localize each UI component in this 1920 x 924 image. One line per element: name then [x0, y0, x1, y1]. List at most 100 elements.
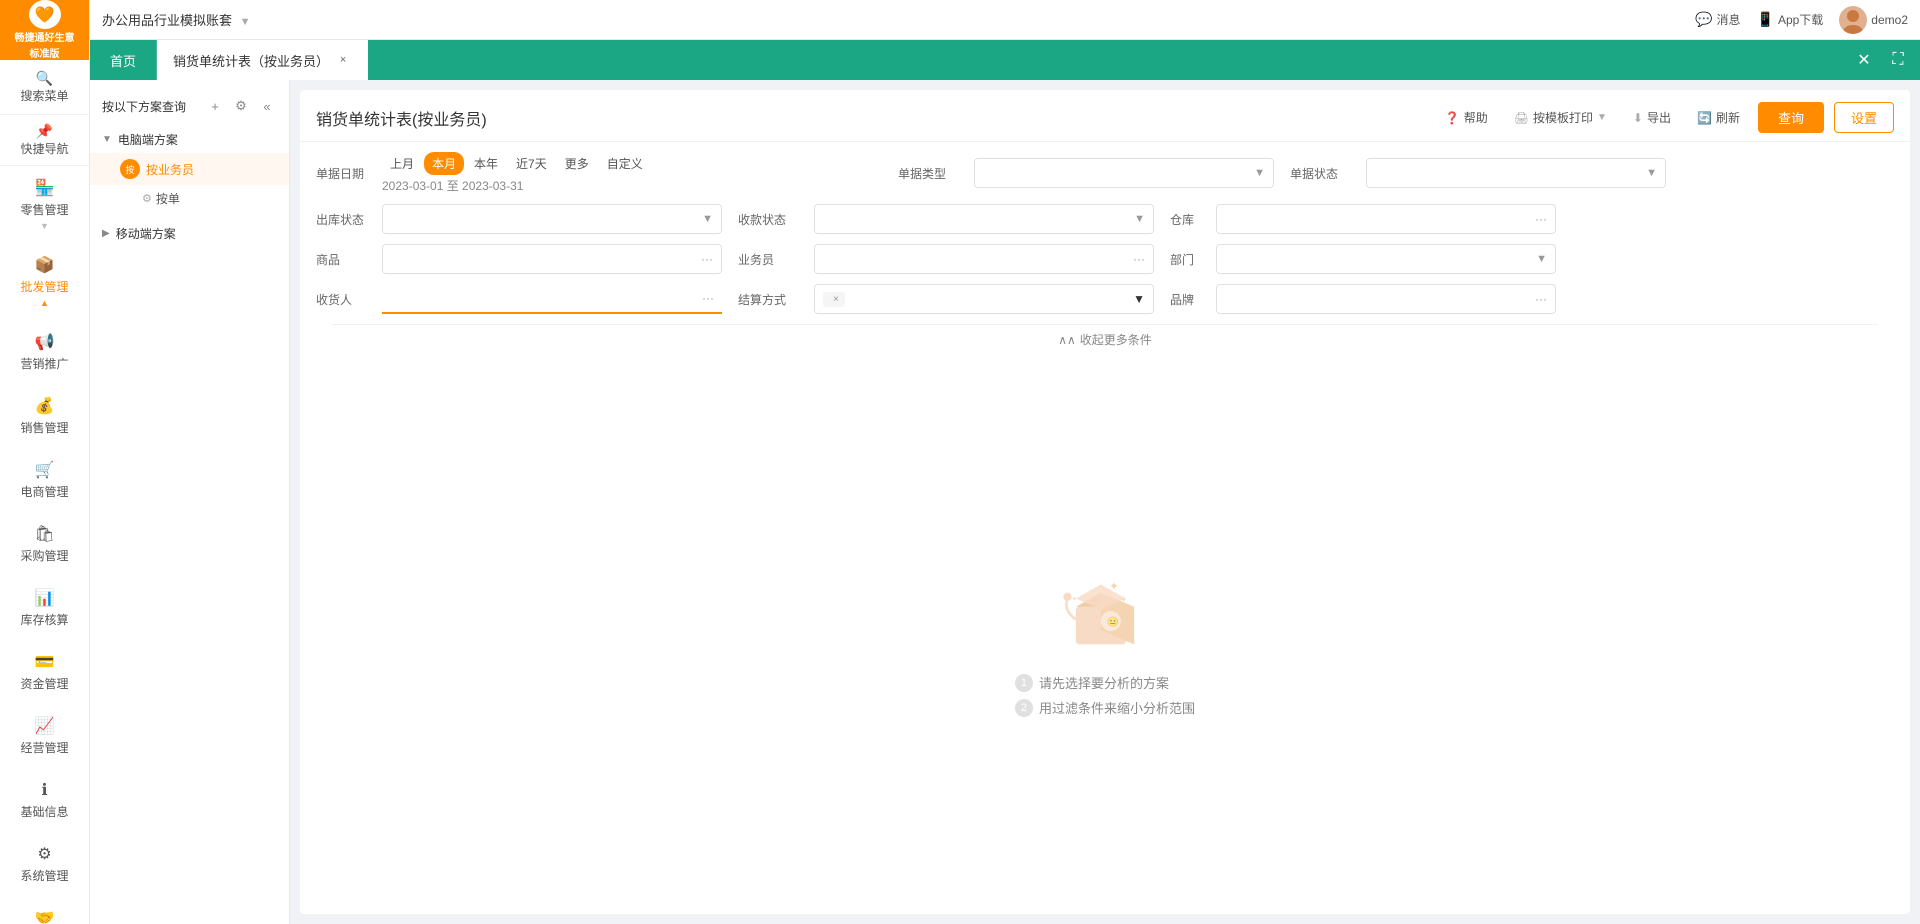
sidebar-item-quicknav[interactable]: 📌 快捷导航	[0, 115, 89, 166]
brand-label: 品牌	[1170, 291, 1200, 308]
tab-sales-stats[interactable]: 销货单统计表（按业务员） ×	[157, 40, 368, 80]
collapse-btn[interactable]: ∧∧ 收起更多条件	[332, 324, 1878, 354]
sidebar: 🧡 畅捷通好生意 标准版 🔍 搜索菜单 📌 快捷导航 🏪 零售管理 ▼ 📦 批发…	[0, 0, 90, 924]
sidebar-item-search[interactable]: 🔍 搜索菜单	[0, 60, 89, 115]
message-btn[interactable]: 💬 消息	[1695, 11, 1740, 28]
tab-close-window-btn[interactable]: ✕	[1850, 46, 1878, 74]
page-header: 销货单统计表(按业务员) ❓ 帮助 🖨 按模板打印 ▼ ⬇ 导出	[300, 90, 1910, 142]
mobile-section-header[interactable]: ▶ 移动端方案	[90, 220, 289, 247]
order-type-arrow-icon: ▼	[1254, 167, 1265, 179]
settlement-label: 结算方式	[738, 291, 798, 308]
order-status-select[interactable]: ▼	[1366, 158, 1666, 188]
tab-close-icon[interactable]: ×	[335, 52, 351, 68]
help-btn[interactable]: ❓ 帮助	[1437, 105, 1496, 130]
salesperson-input[interactable]: ···	[814, 244, 1154, 274]
mobile-section-expand-icon: ▶	[102, 228, 110, 239]
date-tab-more[interactable]: 更多	[557, 152, 597, 175]
out-status-select[interactable]: ▼	[382, 204, 722, 234]
empty-hints: 1 请先选择要分析的方案 2 用过滤条件来缩小分析范围	[1015, 673, 1195, 717]
order-status-arrow-icon: ▼	[1646, 167, 1657, 179]
right-panel: 销货单统计表(按业务员) ❓ 帮助 🖨 按模板打印 ▼ ⬇ 导出	[300, 90, 1910, 914]
sidebar-item-enterprise[interactable]: 🤝 企业协同	[0, 896, 89, 924]
receiver-input[interactable]: ···	[382, 284, 722, 314]
receiver-label: 收货人	[316, 291, 366, 308]
sidebar-item-sales[interactable]: 💰 销售管理	[0, 384, 89, 448]
sidebar-item-wholesale[interactable]: 📦 批发管理 ▲	[0, 243, 89, 320]
department-select[interactable]: ▼	[1216, 244, 1556, 274]
print-btn[interactable]: 🖨 按模板打印 ▼	[1506, 105, 1615, 130]
sidebar-item-ecommerce[interactable]: 🛒 电商管理	[0, 448, 89, 512]
empty-state: ✦ ✦ ✦ 😐 1	[300, 364, 1910, 914]
page-title: 销货单统计表(按业务员)	[316, 106, 1437, 130]
date-filter-control: 上月 本月 本年 近7天 更多 自定义 2023-03-01 至 2023-03…	[382, 152, 882, 194]
scheme-by-order[interactable]: ⚙ 按单	[90, 185, 289, 212]
salesperson-dots-icon: ···	[1133, 252, 1145, 266]
tabbar: 首页 销货单统计表（按业务员） × ✕ ⛶	[90, 40, 1920, 80]
filter-row-4: 收货人 ··· 结算方式 × ▼ 品牌	[316, 284, 1894, 314]
settlement-tag-close[interactable]: ×	[833, 294, 839, 305]
sidebar-item-system[interactable]: ⚙ 系统管理	[0, 832, 89, 896]
logo-icon: 🧡	[29, 0, 61, 29]
order-status-label: 单据状态	[1290, 165, 1350, 182]
date-tab-this-month[interactable]: 本月	[424, 152, 464, 175]
empty-hint-2: 2 用过滤条件来缩小分析范围	[1015, 698, 1195, 717]
collapse-panel-btn[interactable]: «	[257, 96, 277, 116]
tab-home[interactable]: 首页	[90, 40, 157, 80]
sidebar-item-retail[interactable]: 🏪 零售管理 ▼	[0, 166, 89, 243]
sidebar-item-inventory[interactable]: 📊 库存核算	[0, 576, 89, 640]
collect-status-arrow-icon: ▼	[1134, 213, 1145, 225]
settlement-tag: ×	[823, 292, 845, 307]
sidebar-item-marketing[interactable]: 📢 营销推广	[0, 320, 89, 384]
svg-text:✦: ✦	[1072, 595, 1078, 603]
hint-num-1: 1	[1015, 674, 1033, 692]
date-tab-last-month[interactable]: 上月	[382, 152, 422, 175]
date-tab-7days[interactable]: 近7天	[508, 152, 555, 175]
warehouse-label: 仓库	[1170, 211, 1200, 228]
date-tab-custom[interactable]: 自定义	[599, 152, 651, 175]
product-input[interactable]: ···	[382, 244, 722, 274]
order-type-label: 单据类型	[898, 165, 958, 182]
filter-row-3: 商品 ··· 业务员 ··· 部门 ▼	[316, 244, 1894, 274]
brand-input[interactable]: ···	[1216, 284, 1556, 314]
app-logo: 🧡 畅捷通好生意 标准版	[0, 0, 90, 60]
scheme-salesperson[interactable]: 按 按业务员	[90, 153, 289, 185]
settlement-input[interactable]: × ▼	[814, 284, 1154, 314]
brand-dots-icon: ···	[1535, 292, 1547, 306]
section-expand-icon: ▼	[102, 134, 112, 145]
company-title: 办公用品行业模拟账套 ▼	[102, 10, 1687, 29]
order-type-select[interactable]: ▼	[974, 158, 1274, 188]
collect-status-select[interactable]: ▼	[814, 204, 1154, 234]
left-panel: 按以下方案查询 + ⚙ « ▼ 电脑端方案 按 按业务员 ⚙ 按单	[90, 80, 290, 924]
pc-section-header[interactable]: ▼ 电脑端方案	[90, 126, 289, 153]
warehouse-dots-icon: ···	[1535, 212, 1547, 226]
filter-area: 单据日期 上月 本月 本年 近7天 更多 自定义 2023-03-01 至 20…	[300, 142, 1910, 364]
date-label: 单据日期	[316, 165, 366, 182]
query-btn[interactable]: 查询	[1758, 102, 1824, 133]
settings-scheme-btn[interactable]: ⚙	[231, 96, 251, 116]
sidebar-item-finance[interactable]: 💳 资金管理	[0, 640, 89, 704]
export-btn[interactable]: ⬇ 导出	[1625, 105, 1679, 130]
add-scheme-btn[interactable]: +	[205, 96, 225, 116]
topbar-right: 💬 消息 📱 App下载 demo2	[1695, 6, 1908, 34]
page-actions: ❓ 帮助 🖨 按模板打印 ▼ ⬇ 导出 🔄 刷新	[1437, 102, 1894, 133]
receiver-dots-icon: ···	[702, 291, 714, 305]
refresh-btn[interactable]: 🔄 刷新	[1689, 105, 1748, 130]
department-arrow-icon: ▼	[1536, 253, 1547, 265]
app-download-btn[interactable]: 📱 App下载	[1757, 11, 1824, 28]
product-label: 商品	[316, 251, 366, 268]
sidebar-item-operations[interactable]: 📈 经营管理	[0, 704, 89, 768]
user-profile-btn[interactable]: demo2	[1839, 6, 1908, 34]
logo-sub: 标准版	[30, 45, 60, 60]
warehouse-input[interactable]: ···	[1216, 204, 1556, 234]
empty-illustration: ✦ ✦ ✦ 😐	[1055, 561, 1155, 661]
topbar: 办公用品行业模拟账套 ▼ 💬 消息 📱 App下载 demo2	[90, 0, 1920, 40]
sidebar-item-purchase[interactable]: 🛍 采购管理	[0, 512, 89, 576]
tab-fullscreen-btn[interactable]: ⛶	[1884, 46, 1912, 74]
filter-row-2: 出库状态 ▼ 收款状态 ▼ 仓库 ···	[316, 204, 1894, 234]
settings-btn[interactable]: 设置	[1834, 102, 1894, 133]
out-status-label: 出库状态	[316, 211, 366, 228]
date-tab-this-year[interactable]: 本年	[466, 152, 506, 175]
scheme-icon: 按	[120, 159, 140, 179]
date-tabs: 上月 本月 本年 近7天 更多 自定义	[382, 152, 651, 175]
sidebar-item-basic-info[interactable]: ℹ 基础信息	[0, 768, 89, 832]
